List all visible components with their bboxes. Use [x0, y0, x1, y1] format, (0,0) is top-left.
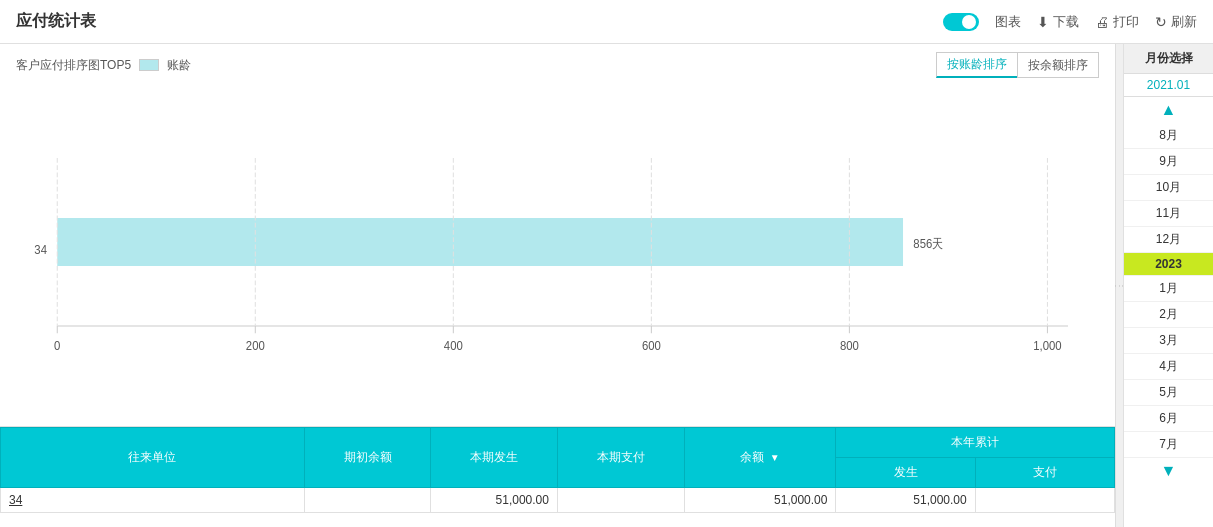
- svg-text:200: 200: [246, 338, 265, 353]
- sidebar-month-7[interactable]: 7月: [1124, 432, 1213, 458]
- table-row: 34 51,000.00 51,000.00 51,000.00: [1, 488, 1115, 513]
- sidebar-month-5[interactable]: 5月: [1124, 380, 1213, 406]
- refresh-icon: ↻: [1155, 14, 1167, 30]
- svg-text:0: 0: [54, 338, 60, 353]
- chart-toggle[interactable]: [943, 13, 979, 31]
- svg-text:856天: 856天: [913, 236, 943, 251]
- sidebar-month-10[interactable]: 10月: [1124, 175, 1213, 201]
- cell-ytd-pay: [975, 488, 1114, 513]
- chart-legend: 客户应付排序图TOP5 账龄: [16, 57, 191, 74]
- sidebar-month-4[interactable]: 4月: [1124, 354, 1213, 380]
- th-balance: 余额 ▼: [684, 428, 836, 488]
- chart-container: 34 856天 0 200 400 600: [0, 86, 1115, 426]
- sort-buttons: 按账龄排序 按余额排序: [936, 52, 1099, 78]
- chart-area: 客户应付排序图TOP5 账龄 按账龄排序 按余额排序 34 856天: [0, 44, 1115, 527]
- balance-sort-icon: ▼: [770, 452, 780, 463]
- cell-current-occur: 51,000.00: [431, 488, 558, 513]
- th-ytd-label: 本年累计: [836, 428, 1115, 458]
- svg-text:1,000: 1,000: [1033, 338, 1062, 353]
- month-sidebar: 月份选择 2021.01 ▲ 8月 9月 10月 11月 12月 2023 1月…: [1123, 44, 1213, 527]
- sidebar-month-11[interactable]: 11月: [1124, 201, 1213, 227]
- svg-rect-1: [57, 218, 903, 266]
- svg-text:400: 400: [444, 338, 463, 353]
- print-icon: 🖨: [1095, 14, 1109, 30]
- sidebar-scroll-down-button[interactable]: ▼: [1124, 458, 1213, 484]
- sidebar-year-2023[interactable]: 2023: [1124, 253, 1213, 276]
- legend-box-label: 账龄: [167, 57, 191, 74]
- th-ytd-pay: 支付: [975, 458, 1114, 488]
- sidebar-month-8[interactable]: 8月: [1124, 123, 1213, 149]
- legend-title: 客户应付排序图TOP5: [16, 57, 131, 74]
- chart-toggle-label: 图表: [995, 13, 1021, 31]
- sidebar-month-6[interactable]: 6月: [1124, 406, 1213, 432]
- cell-period-balance: [304, 488, 431, 513]
- cell-unit: 34: [1, 488, 305, 513]
- sidebar-header: 月份选择: [1124, 44, 1213, 74]
- th-current-occur: 本期发生: [431, 428, 558, 488]
- sort-by-amount-button[interactable]: 按余额排序: [1017, 52, 1099, 78]
- download-label: 下载: [1053, 13, 1079, 31]
- cell-current-pay: [557, 488, 684, 513]
- sidebar-month-1[interactable]: 1月: [1124, 276, 1213, 302]
- cell-ytd-occur: 51,000.00: [836, 488, 975, 513]
- data-table: 往来单位 期初余额 本期发生 本期支付 余额 ▼ 本年累计 发生: [0, 427, 1115, 513]
- th-period-balance: 期初余额: [304, 428, 431, 488]
- download-icon: ⬇: [1037, 14, 1049, 30]
- refresh-label: 刷新: [1171, 13, 1197, 31]
- svg-text:800: 800: [840, 338, 859, 353]
- resize-handle[interactable]: ⋮: [1115, 44, 1123, 527]
- page-title: 应付统计表: [16, 11, 96, 32]
- table-area: 往来单位 期初余额 本期发生 本期支付 余额 ▼ 本年累计 发生: [0, 426, 1115, 513]
- sidebar-month-9[interactable]: 9月: [1124, 149, 1213, 175]
- print-label: 打印: [1113, 13, 1139, 31]
- sidebar-scroll-up-button[interactable]: ▲: [1124, 97, 1213, 123]
- legend-box: [139, 59, 159, 71]
- sidebar-month-3[interactable]: 3月: [1124, 328, 1213, 354]
- th-unit: 往来单位: [1, 428, 305, 488]
- sidebar-month-12[interactable]: 12月: [1124, 227, 1213, 253]
- svg-text:34: 34: [34, 242, 47, 257]
- unit-link[interactable]: 34: [9, 493, 22, 507]
- refresh-button[interactable]: ↻ 刷新: [1155, 13, 1197, 31]
- chart-svg: 34 856天 0 200 400 600: [16, 86, 1099, 422]
- app-header: 应付统计表 图表 ⬇ 下载 🖨 打印 ↻ 刷新: [0, 0, 1213, 44]
- th-current-pay: 本期支付: [557, 428, 684, 488]
- svg-text:600: 600: [642, 338, 661, 353]
- print-button[interactable]: 🖨 打印: [1095, 13, 1139, 31]
- sidebar-year-display[interactable]: 2021.01: [1124, 74, 1213, 97]
- header-actions: 图表 ⬇ 下载 🖨 打印 ↻ 刷新: [943, 13, 1197, 31]
- sidebar-month-2[interactable]: 2月: [1124, 302, 1213, 328]
- chart-header: 客户应付排序图TOP5 账龄 按账龄排序 按余额排序: [0, 44, 1115, 86]
- sort-by-balance-button[interactable]: 按账龄排序: [936, 52, 1017, 78]
- cell-balance: 51,000.00: [684, 488, 836, 513]
- main-content: 客户应付排序图TOP5 账龄 按账龄排序 按余额排序 34 856天: [0, 44, 1213, 527]
- download-button[interactable]: ⬇ 下载: [1037, 13, 1079, 31]
- th-ytd-occur: 发生: [836, 458, 975, 488]
